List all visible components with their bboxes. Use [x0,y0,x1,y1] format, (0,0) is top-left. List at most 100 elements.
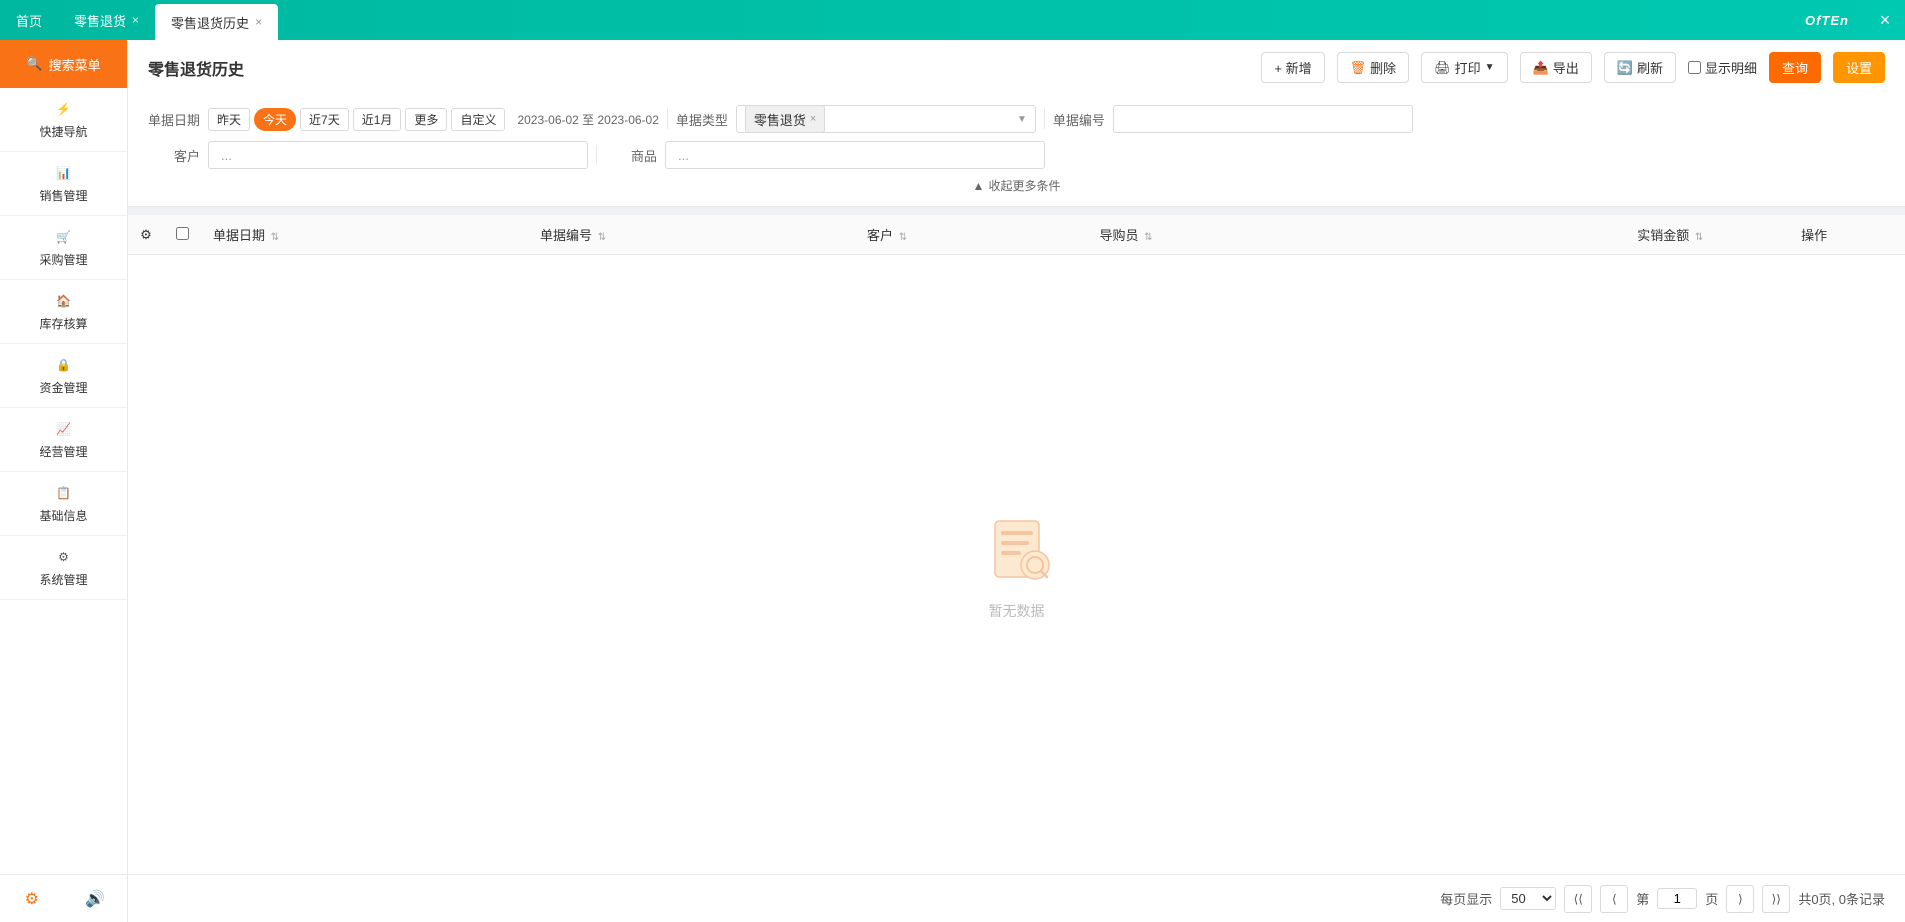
page-last-btn[interactable]: ⟩⟩ [1762,885,1790,913]
sidebar-item-purchase-mgmt[interactable]: 🛒 采购管理 [0,216,127,280]
per-page-label: 每页显示 [1440,889,1492,908]
finance-icon: 🔒 [54,355,74,375]
sidebar: 🔍 搜索菜单 ⚡ 快捷导航 📊 销售管理 🛒 采购管理 🏠 库存核算 🔒 资金管… [0,40,128,922]
window-close-btn[interactable]: × [1865,0,1905,40]
col-customer: 客户 ⇅ [855,215,1088,255]
col-doc-no: 单据编号 ⇅ [528,215,855,255]
toolbar: + 新增 🗑 删除 🖨 打印 ▼ 📤 导出 [1261,52,1885,83]
sidebar-item-quick-nav[interactable]: ⚡ 快捷导航 [0,88,127,152]
sort-guide-icon[interactable]: ⇅ [1144,232,1152,243]
sidebar-item-basic-info[interactable]: 📋 基础信息 [0,472,127,536]
doc-type-tag[interactable]: 零售退货 × [745,105,825,133]
sidebar-item-sys-mgmt[interactable]: ⚙ 系统管理 [0,536,127,600]
table-wrap: ⚙ 单据日期 ⇅ 单据编号 ⇅ 客户 [128,215,1905,874]
main-layout: 🔍 搜索菜单 ⚡ 快捷导航 📊 销售管理 🛒 采购管理 🏠 库存核算 🔒 资金管… [0,40,1905,922]
sidebar-search[interactable]: 🔍 搜索菜单 [0,40,127,88]
filter-row-2: 客户 ... 商品 ... [148,141,1885,169]
refresh-btn[interactable]: 🔄 刷新 [1604,52,1676,83]
sort-doc-no-icon[interactable]: ⇅ [598,232,606,243]
tab-retail-return-history[interactable]: 零售退货历史 × [155,4,278,40]
page-next-btn[interactable]: ⟩ [1726,885,1754,913]
table-header-row: ⚙ 单据日期 ⇅ 单据编号 ⇅ 客户 [128,215,1905,255]
col-action: 操作 [1723,215,1905,255]
date-btn-more[interactable]: 更多 [405,108,447,131]
tab-home[interactable]: 首页 [0,0,58,40]
sidebar-item-finance[interactable]: 🔒 资金管理 [0,344,127,408]
doc-no-label: 单据编号 [1053,110,1113,129]
goods-select[interactable]: ... [665,141,1045,169]
customer-label: 客户 [148,146,208,165]
date-btn-today[interactable]: 今天 [254,108,296,131]
doc-type-label: 单据类型 [676,110,736,129]
query-btn[interactable]: 查询 [1769,52,1821,83]
purchase-icon: 🛒 [54,227,74,247]
sidebar-item-sales-mgmt[interactable]: 📊 销售管理 [0,152,127,216]
doc-type-tag-remove[interactable]: × [810,113,816,125]
doc-no-input[interactable] [1113,105,1413,133]
sidebar-item-inventory[interactable]: 🏠 库存核算 [0,280,127,344]
export-btn[interactable]: 📤 导出 [1520,52,1592,83]
customer-placeholder: ... [221,148,232,163]
collapse-icon: ▲ [973,179,985,193]
col-settings[interactable]: ⚙ [128,215,164,255]
basic-info-icon: 📋 [54,483,74,503]
refresh-icon: 🔄 [1617,60,1633,76]
print-btn[interactable]: 🖨 打印 ▼ [1421,52,1507,83]
pagination-bar: 每页显示 50 100 200 ⟨⟨ ⟨ 第 页 ⟩ ⟩⟩ 共0页, 0条记录 [128,874,1905,922]
page-title: 零售退货历史 [148,56,244,80]
per-page-select[interactable]: 50 100 200 [1500,887,1556,910]
main-table: ⚙ 单据日期 ⇅ 单据编号 ⇅ 客户 [128,215,1905,255]
divider-3 [596,145,597,165]
show-detail-label: 显示明细 [1688,58,1757,77]
print-dropdown-icon: ▼ [1485,62,1495,73]
goods-filter-field: 商品 ... [605,141,1045,169]
date-btn-yesterday[interactable]: 昨天 [208,108,250,131]
new-btn[interactable]: + 新增 [1261,52,1324,83]
collapse-row: ▲ 收起更多条件 [148,177,1885,194]
date-btn-1month[interactable]: 近1月 [353,108,402,131]
page-label: 页 [1705,889,1718,908]
divider-2 [1044,109,1045,129]
quick-nav-icon: ⚡ [54,99,74,119]
search-icon: 🔍 [26,56,42,72]
date-range-display: 2023-06-02 至 2023-06-02 [517,111,658,128]
filter-row-1: 单据日期 昨天 今天 近7天 近1月 更多 自定义 2023-06-02 至 2… [148,105,1885,133]
page-first-btn[interactable]: ⟨⟨ [1564,885,1592,913]
date-btn-custom[interactable]: 自定义 [451,108,505,131]
col-checkbox[interactable] [164,215,201,255]
col-guide: 导购员 ⇅ [1088,215,1368,255]
page-label-pre: 第 [1636,889,1649,908]
sort-amount-icon[interactable]: ⇅ [1695,232,1703,243]
page-title-row: 零售退货历史 + 新增 🗑 删除 🖨 打印 ▼ 📤 [148,52,1885,83]
date-buttons-group: 昨天 今天 近7天 近1月 更多 自定义 2023-06-02 至 2023-0… [208,108,659,131]
tab-retail-return-history-close[interactable]: × [255,15,262,29]
print-icon: 🖨 [1434,60,1451,76]
sidebar-item-ops-mgmt[interactable]: 📈 经营管理 [0,408,127,472]
page-number-input[interactable] [1657,888,1697,909]
page-prev-btn[interactable]: ⟨ [1600,885,1628,913]
col-amount: 实销金额 ⇅ [1367,215,1723,255]
export-icon: 📤 [1533,60,1549,76]
setting-btn[interactable]: 设置 [1833,52,1885,83]
customer-select[interactable]: ... [208,141,588,169]
sidebar-bottom: ⚙ 🔊 [0,874,127,922]
sort-customer-icon[interactable]: ⇅ [899,232,907,243]
tab-retail-return[interactable]: 零售退货 × [58,0,155,40]
date-btn-7days[interactable]: 近7天 [300,108,349,131]
goods-placeholder: ... [678,148,689,163]
filter-area: 单据日期 昨天 今天 近7天 近1月 更多 自定义 2023-06-02 至 2… [148,95,1885,206]
sidebar-audio-btn[interactable]: 🔊 [64,875,128,922]
divider-1 [667,109,668,129]
sidebar-settings-btn[interactable]: ⚙ [0,875,64,922]
sort-doc-date-icon[interactable]: ⇅ [271,232,279,243]
doc-type-value: 零售退货 × [745,105,1017,133]
delete-btn[interactable]: 🗑 删除 [1337,52,1410,83]
top-bar-right: OfTEn [1805,13,1865,28]
select-all-checkbox[interactable] [176,227,189,240]
collapse-btn[interactable]: ▲ 收起更多条件 [973,177,1061,194]
doc-type-select[interactable]: 零售退货 × ▼ [736,105,1036,133]
show-detail-checkbox[interactable] [1688,61,1701,74]
tab-retail-return-close[interactable]: × [132,13,139,27]
doc-no-filter-field: 单据编号 [1053,105,1413,133]
col-doc-date: 单据日期 ⇅ [201,215,528,255]
